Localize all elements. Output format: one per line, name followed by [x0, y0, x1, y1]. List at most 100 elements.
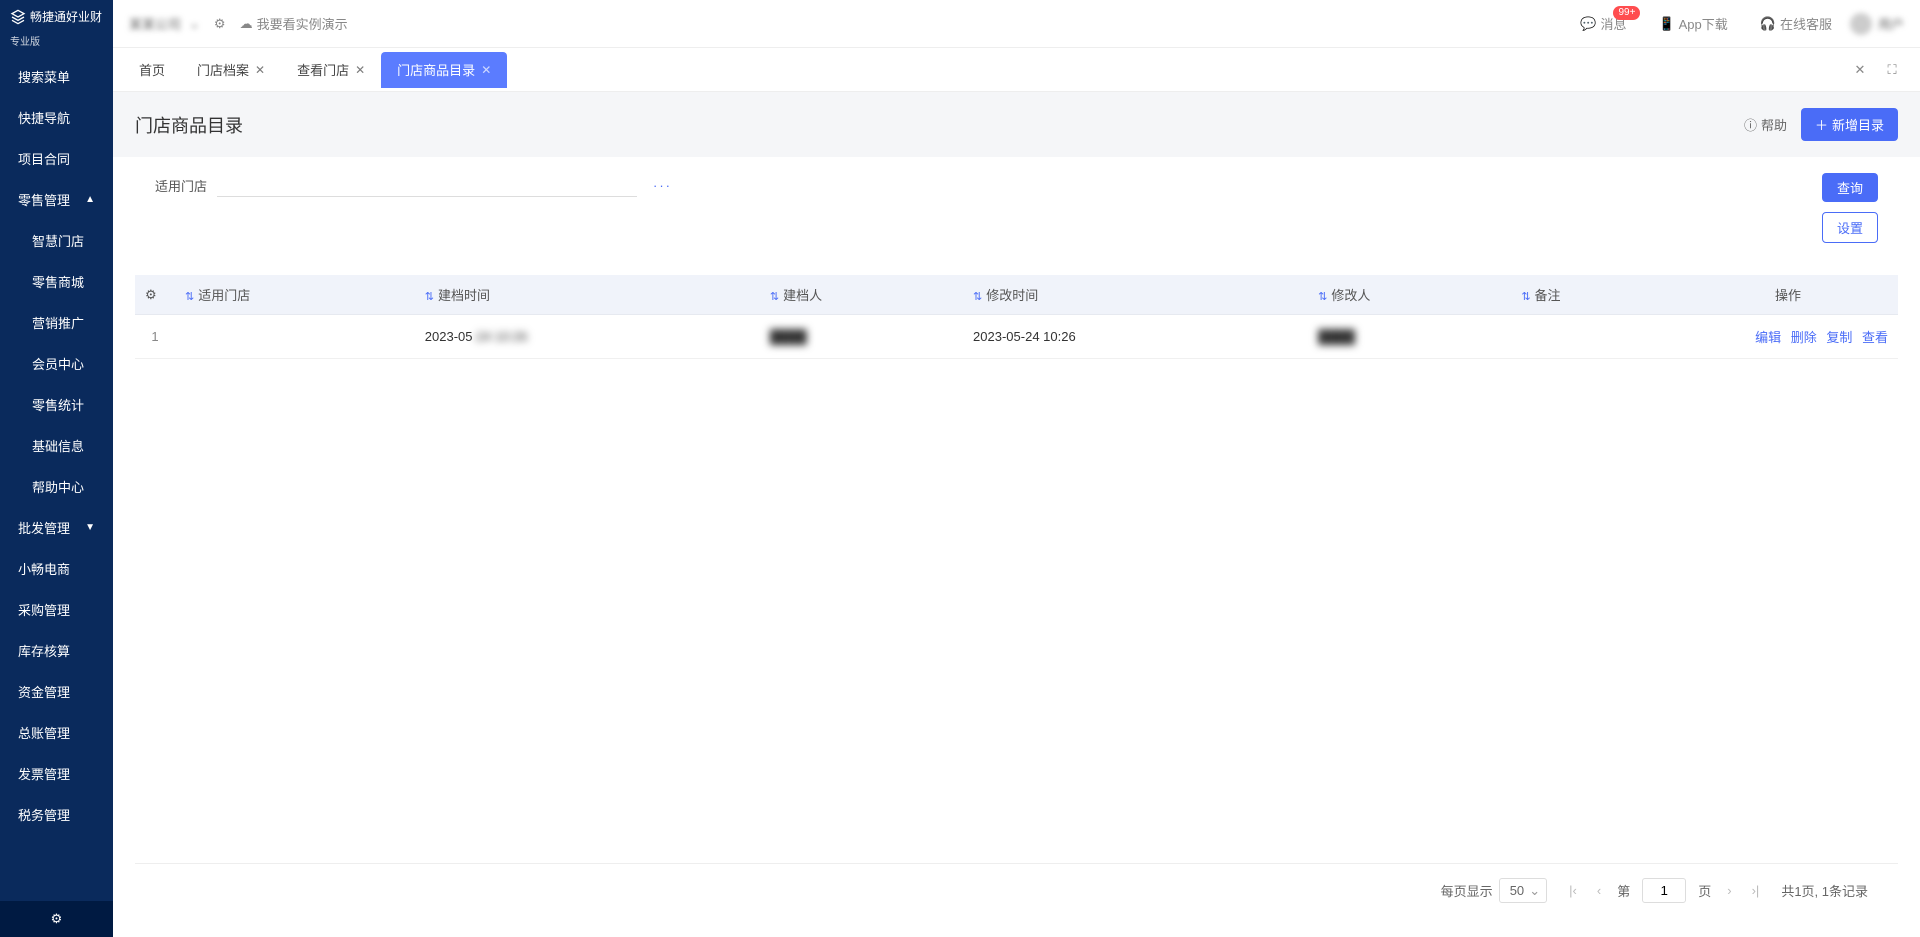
th-modified-by[interactable]: ⇅修改人: [1308, 275, 1511, 315]
sidebar-sub-marketing[interactable]: 营销推广: [0, 302, 113, 343]
headset-icon: 🎧: [1760, 16, 1776, 32]
sort-icon: ⇅: [185, 291, 194, 303]
sidebar-group-wholesale[interactable]: 批发管理▼: [0, 507, 113, 548]
page-title: 门店商品目录: [135, 112, 243, 138]
caret-down-icon: ▼: [85, 522, 95, 533]
sidebar-sub-mall[interactable]: 零售商城: [0, 261, 113, 302]
th-store[interactable]: ⇅适用门店: [175, 275, 415, 315]
org-settings[interactable]: ⚙: [214, 16, 226, 32]
sidebar: 畅捷通好业财 专业版 搜索菜单 快捷导航 项目合同 零售管理▲ 智慧门店 零售商…: [0, 0, 113, 937]
tab-store-catalog[interactable]: 门店商品目录✕: [381, 52, 507, 88]
question-icon: ⓘ: [1744, 115, 1757, 134]
sidebar-item-funds[interactable]: 资金管理: [0, 671, 113, 712]
edit-link[interactable]: 编辑: [1755, 330, 1781, 345]
topbar: 某某公司 ⌄ ⚙ ☁ 我要看实例演示 💬 消息 99+ 📱 App下载: [113, 0, 1920, 48]
tab-home[interactable]: 首页: [123, 48, 181, 92]
page-label-pre: 第: [1617, 881, 1630, 900]
sidebar-sub-smartstore[interactable]: 智慧门店: [0, 220, 113, 261]
th-modified-at[interactable]: ⇅修改时间: [963, 275, 1308, 315]
prev-page-button[interactable]: ‹: [1593, 883, 1605, 898]
filter-more-icon[interactable]: ···: [653, 178, 672, 193]
page-label-post: 页: [1698, 881, 1711, 900]
view-link[interactable]: 查看: [1862, 330, 1888, 345]
tab-store-archive[interactable]: 门店档案✕: [181, 48, 281, 92]
chevron-down-icon: ⌄: [189, 16, 200, 32]
td-created-at: 2023-05-24 10:26: [415, 315, 760, 359]
org-selector[interactable]: 某某公司 ⌄: [129, 14, 200, 33]
sidebar-item-ledger[interactable]: 总账管理: [0, 712, 113, 753]
query-button[interactable]: 查询: [1822, 173, 1878, 202]
brand-name: 畅捷通好业财: [30, 8, 102, 25]
sidebar-item-inventory[interactable]: 库存核算: [0, 630, 113, 671]
sort-icon: ⇅: [1318, 291, 1327, 303]
message-badge: 99+: [1613, 6, 1640, 20]
delete-link[interactable]: 删除: [1791, 330, 1817, 345]
sidebar-sub-stats[interactable]: 零售统计: [0, 384, 113, 425]
close-icon[interactable]: ✕: [355, 63, 365, 77]
last-page-button[interactable]: ›|: [1748, 883, 1764, 898]
chevron-down-icon: ⌄: [1529, 883, 1540, 899]
plus-icon: ＋: [1815, 115, 1828, 134]
sidebar-item-contract[interactable]: 项目合同: [0, 138, 113, 179]
td-store: [175, 315, 415, 359]
table-container: ⚙ ⇅适用门店 ⇅建档时间 ⇅建档人 ⇅修改时间 ⇅修改人 ⇅备注 操作 1: [135, 275, 1898, 863]
gear-icon: ⚙: [145, 287, 157, 302]
close-all-tabs-icon[interactable]: ✕: [1850, 62, 1870, 78]
gear-icon: ⚙: [214, 16, 226, 32]
pagination: 每页显示 50 ⌄ |‹ ‹ 第 页 › ›| 共1页, 1条记录: [135, 863, 1898, 917]
sort-icon: ⇅: [770, 291, 779, 303]
cloud-icon: ☁: [240, 16, 253, 32]
message-icon: 💬: [1580, 16, 1596, 32]
sort-icon: ⇅: [425, 291, 434, 303]
th-remark[interactable]: ⇅备注: [1511, 275, 1678, 315]
gear-icon: ⚙: [51, 911, 63, 926]
add-catalog-button[interactable]: ＋ 新增目录: [1801, 108, 1898, 141]
per-page-select[interactable]: 50 ⌄: [1499, 878, 1547, 903]
td-remark: [1511, 315, 1678, 359]
sidebar-sub-member[interactable]: 会员中心: [0, 343, 113, 384]
td-action: 编辑 删除 复制 查看: [1678, 315, 1898, 359]
sort-icon: ⇅: [973, 291, 982, 303]
sidebar-settings[interactable]: ⚙: [0, 901, 113, 937]
next-page-button[interactable]: ›: [1723, 883, 1735, 898]
th-action: 操作: [1678, 275, 1898, 315]
sidebar-item-search[interactable]: 搜索菜单: [0, 56, 113, 97]
customer-service-button[interactable]: 🎧 在线客服: [1760, 14, 1832, 33]
td-modified-by: ████: [1308, 315, 1511, 359]
close-icon[interactable]: ✕: [481, 63, 491, 77]
sidebar-item-invoice[interactable]: 发票管理: [0, 753, 113, 794]
sidebar-item-ecom[interactable]: 小畅电商: [0, 548, 113, 589]
copy-link[interactable]: 复制: [1826, 330, 1852, 345]
settings-button[interactable]: 设置: [1822, 212, 1878, 243]
brand-icon: [10, 9, 26, 25]
tabs-bar: 首页 门店档案✕ 查看门店✕ 门店商品目录✕ ✕ ⛶: [113, 48, 1920, 92]
sidebar-menu: 搜索菜单 快捷导航 项目合同 零售管理▲ 智慧门店 零售商城 营销推广 会员中心…: [0, 56, 113, 901]
user-menu[interactable]: 用户: [1850, 13, 1904, 35]
close-icon[interactable]: ✕: [255, 63, 265, 77]
demo-link[interactable]: ☁ 我要看实例演示: [240, 14, 348, 33]
sidebar-sub-helpcenter[interactable]: 帮助中心: [0, 466, 113, 507]
td-idx: 1: [135, 315, 175, 359]
page-input[interactable]: [1642, 878, 1686, 903]
help-link[interactable]: ⓘ 帮助: [1744, 115, 1787, 134]
th-created-at[interactable]: ⇅建档时间: [415, 275, 760, 315]
app-download-button[interactable]: 📱 App下载: [1658, 14, 1727, 33]
th-created-by[interactable]: ⇅建档人: [760, 275, 963, 315]
first-page-button[interactable]: |‹: [1565, 883, 1581, 898]
sidebar-group-retail[interactable]: 零售管理▲: [0, 179, 113, 220]
filter-store-input[interactable]: [217, 173, 637, 197]
fullscreen-icon[interactable]: ⛶: [1882, 62, 1902, 78]
brand-logo: 畅捷通好业财: [0, 0, 113, 33]
sidebar-item-tax[interactable]: 税务管理: [0, 794, 113, 835]
td-modified-at: 2023-05-24 10:26: [963, 315, 1308, 359]
caret-up-icon: ▲: [85, 194, 95, 205]
filter-store-label: 适用门店: [155, 176, 207, 195]
tab-view-store[interactable]: 查看门店✕: [281, 48, 381, 92]
td-created-by: ████: [760, 315, 963, 359]
messages-button[interactable]: 💬 消息 99+: [1580, 14, 1626, 33]
sidebar-item-purchase[interactable]: 采购管理: [0, 589, 113, 630]
page-summary: 共1页, 1条记录: [1781, 881, 1868, 900]
sidebar-sub-basicinfo[interactable]: 基础信息: [0, 425, 113, 466]
th-settings[interactable]: ⚙: [135, 275, 175, 315]
sidebar-item-quicknav[interactable]: 快捷导航: [0, 97, 113, 138]
